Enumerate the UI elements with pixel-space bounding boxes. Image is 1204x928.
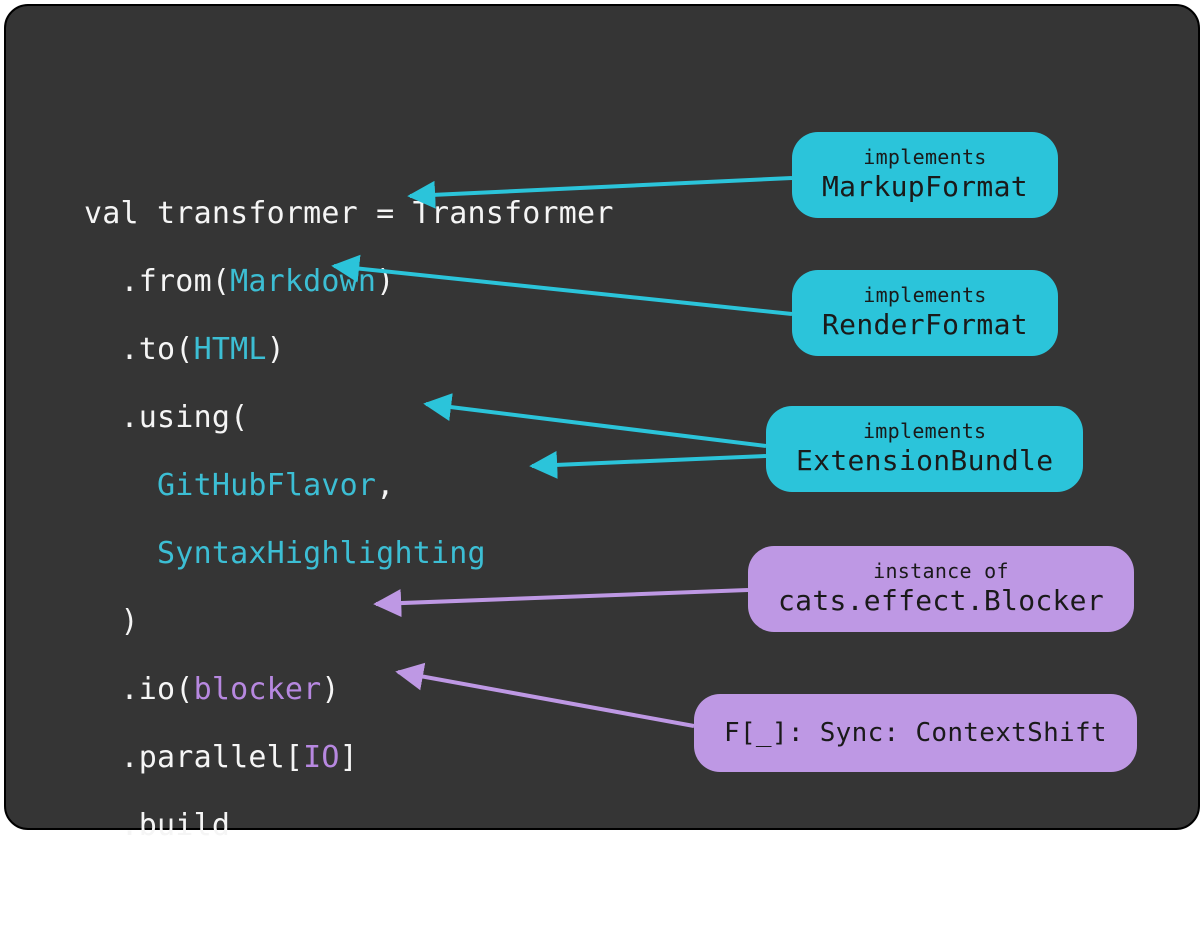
annotation-big: RenderFormat xyxy=(822,308,1028,342)
code-line-7a: ) xyxy=(84,604,139,639)
code-block: val transformer = Transformer .from(Mark… xyxy=(84,112,614,928)
code-token-html: HTML xyxy=(194,332,267,367)
annotation-small: implements xyxy=(822,282,1028,308)
code-line-6a xyxy=(84,536,157,571)
diagram-panel: val transformer = Transformer .from(Mark… xyxy=(4,4,1200,830)
code-token-syntaxhighlighting: SyntaxHighlighting xyxy=(157,536,486,571)
code-line-8c: ) xyxy=(321,672,339,707)
annotation-blocker: instance of cats.effect.Blocker xyxy=(748,546,1134,632)
code-line-9a: .parallel[ xyxy=(84,740,303,775)
annotation-big: ExtensionBundle xyxy=(796,444,1053,478)
annotation-small: instance of xyxy=(778,558,1104,584)
code-line-2a: .from( xyxy=(84,264,230,299)
annotation-big: F[_]: Sync: ContextShift xyxy=(724,716,1107,750)
code-line-8a: .io( xyxy=(84,672,194,707)
code-line-3a: .to( xyxy=(84,332,194,367)
code-line-10a: .build xyxy=(84,808,230,843)
annotation-markupformat: implements MarkupFormat xyxy=(792,132,1058,218)
annotation-extensionbundle: implements ExtensionBundle xyxy=(766,406,1083,492)
code-token-io: IO xyxy=(303,740,340,775)
annotation-small: implements xyxy=(822,144,1028,170)
code-line-2c: ) xyxy=(376,264,394,299)
annotation-renderformat: implements RenderFormat xyxy=(792,270,1058,356)
annotation-big: cats.effect.Blocker xyxy=(778,584,1104,618)
code-token-githubflavor: GitHubFlavor xyxy=(157,468,376,503)
annotation-contextshift: F[_]: Sync: ContextShift xyxy=(694,694,1137,772)
code-line-4a: .using( xyxy=(84,400,248,435)
code-line-1: val transformer = Transformer xyxy=(84,196,614,231)
code-token-blocker: blocker xyxy=(194,672,322,707)
code-token-markdown: Markdown xyxy=(230,264,376,299)
code-line-5c: , xyxy=(376,468,394,503)
annotation-big: MarkupFormat xyxy=(822,170,1028,204)
code-line-9c: ] xyxy=(340,740,358,775)
code-line-3c: ) xyxy=(267,332,285,367)
annotation-small: implements xyxy=(796,418,1053,444)
code-line-5a xyxy=(84,468,157,503)
